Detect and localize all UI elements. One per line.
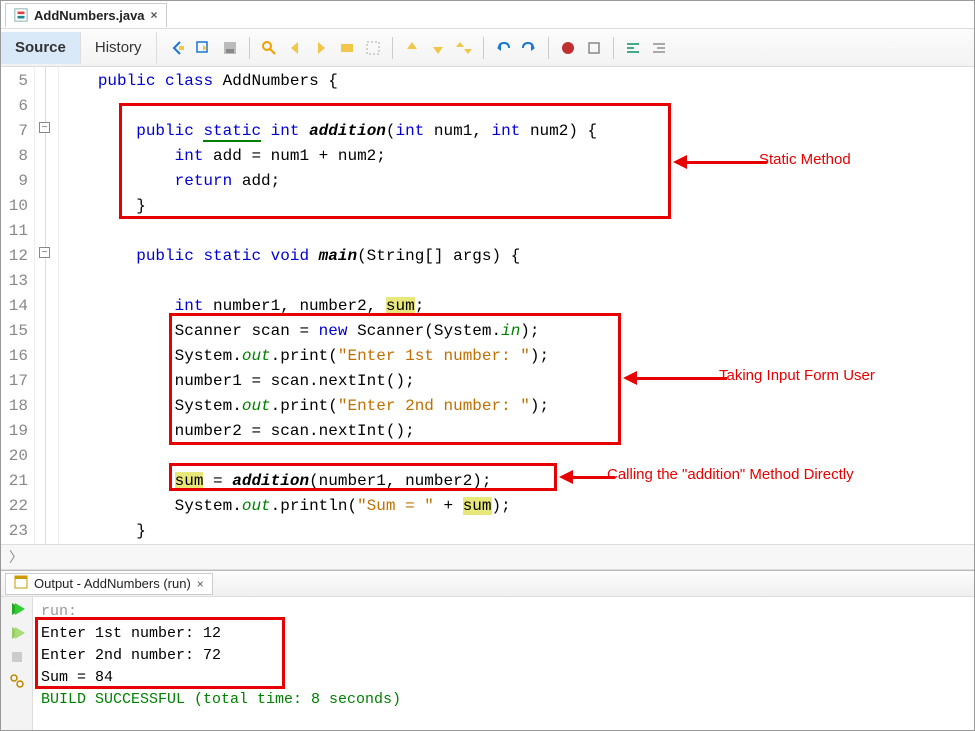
output-body: run: Enter 1st number: 12 Enter 2nd numb…	[1, 597, 974, 730]
line-number-gutter: 5 6 7 8 9 10 11 12 13 14 15 16 17 18 19 …	[1, 67, 35, 544]
output-build-status: BUILD SUCCESSFUL (total time: 8 seconds)	[41, 689, 966, 711]
code-line	[59, 219, 974, 244]
code-line	[59, 94, 974, 119]
java-file-icon	[14, 8, 28, 22]
close-icon[interactable]: ×	[151, 8, 158, 22]
editor-toolbar: Source History	[1, 29, 974, 67]
line-num: 11	[1, 219, 28, 244]
output-line: run:	[41, 601, 966, 623]
output-window-icon	[14, 575, 28, 592]
code-line: }	[59, 519, 974, 544]
code-line: Scanner scan = new Scanner(System.in);	[59, 319, 974, 344]
line-num: 8	[1, 144, 28, 169]
settings-output-icon[interactable]	[7, 671, 27, 691]
fold-column: − −	[35, 67, 59, 544]
output-line: Enter 2nd number: 72	[41, 645, 966, 667]
output-line: Sum = 84	[41, 667, 966, 689]
breadcrumb[interactable]: 〉	[1, 544, 974, 570]
line-num: 21	[1, 469, 28, 494]
breadcrumb-chevron-icon: 〉	[9, 547, 23, 567]
code-line: public static int addition(int num1, int…	[59, 119, 974, 144]
line-num: 15	[1, 319, 28, 344]
fold-toggle[interactable]: −	[39, 247, 50, 258]
line-num: 20	[1, 444, 28, 469]
annotation-input: Taking Input Form User	[719, 363, 875, 388]
line-num: 6	[1, 94, 28, 119]
output-tab-label: Output - AddNumbers (run)	[34, 576, 191, 591]
sort-icon[interactable]	[453, 37, 475, 59]
output-tab[interactable]: Output - AddNumbers (run) ×	[5, 573, 213, 595]
line-num: 10	[1, 194, 28, 219]
prev-marker-icon[interactable]	[284, 37, 306, 59]
code-line: }	[59, 194, 974, 219]
output-panel: Output - AddNumbers (run) × run: Enter 1…	[1, 570, 974, 730]
indent-icon[interactable]	[622, 37, 644, 59]
tab-source[interactable]: Source	[1, 32, 81, 64]
line-num: 17	[1, 369, 28, 394]
code-editor[interactable]: 5 6 7 8 9 10 11 12 13 14 15 16 17 18 19 …	[1, 67, 974, 544]
next-marker-icon[interactable]	[310, 37, 332, 59]
line-num: 9	[1, 169, 28, 194]
output-toolbar	[1, 597, 33, 730]
code-line: return add;	[59, 169, 974, 194]
save-icon[interactable]	[219, 37, 241, 59]
code-line: int number1, number2, sum;	[59, 294, 974, 319]
search-icon[interactable]	[258, 37, 280, 59]
line-num: 14	[1, 294, 28, 319]
line-num: 12	[1, 244, 28, 269]
rerun-icon[interactable]	[7, 599, 27, 619]
stop-icon[interactable]	[583, 37, 605, 59]
line-num: 5	[1, 69, 28, 94]
file-tab-label: AddNumbers.java	[34, 8, 145, 23]
code-line: number2 = scan.nextInt();	[59, 419, 974, 444]
nav-fwd-icon[interactable]	[193, 37, 215, 59]
stop-output-icon[interactable]	[7, 647, 27, 667]
code-line: public class AddNumbers {	[59, 69, 974, 94]
close-icon[interactable]: ×	[197, 577, 204, 591]
fold-toggle[interactable]: −	[39, 122, 50, 133]
file-tab-bar: AddNumbers.java ×	[1, 1, 974, 29]
output-console[interactable]: run: Enter 1st number: 12 Enter 2nd numb…	[33, 597, 974, 730]
line-num: 13	[1, 269, 28, 294]
highlight-icon[interactable]	[336, 37, 358, 59]
down-arrow-icon[interactable]	[427, 37, 449, 59]
file-tab[interactable]: AddNumbers.java ×	[5, 3, 167, 27]
line-num: 16	[1, 344, 28, 369]
line-num: 22	[1, 494, 28, 519]
line-num: 18	[1, 394, 28, 419]
code-line: System.out.println("Sum = " + sum);	[59, 494, 974, 519]
output-tab-bar: Output - AddNumbers (run) ×	[1, 571, 974, 597]
tab-history[interactable]: History	[81, 32, 157, 64]
toolbar-icons	[157, 37, 670, 59]
redo-icon[interactable]	[518, 37, 540, 59]
dedent-icon[interactable]	[648, 37, 670, 59]
code-line: System.out.print("Enter 2nd number: ");	[59, 394, 974, 419]
run-icon[interactable]	[7, 623, 27, 643]
select-icon[interactable]	[362, 37, 384, 59]
nav-back-icon[interactable]	[167, 37, 189, 59]
output-line: Enter 1st number: 12	[41, 623, 966, 645]
line-num: 19	[1, 419, 28, 444]
code-line	[59, 269, 974, 294]
line-num: 7	[1, 119, 28, 144]
record-icon[interactable]	[557, 37, 579, 59]
annotation-static-method: Static Method	[759, 147, 851, 172]
line-num: 23	[1, 519, 28, 544]
annotation-call: Calling the "addition" Method Directly	[607, 462, 974, 487]
code-line: public static void main(String[] args) {	[59, 244, 974, 269]
undo-icon[interactable]	[492, 37, 514, 59]
code-content[interactable]: public class AddNumbers { public static …	[59, 67, 974, 544]
up-arrow-icon[interactable]	[401, 37, 423, 59]
